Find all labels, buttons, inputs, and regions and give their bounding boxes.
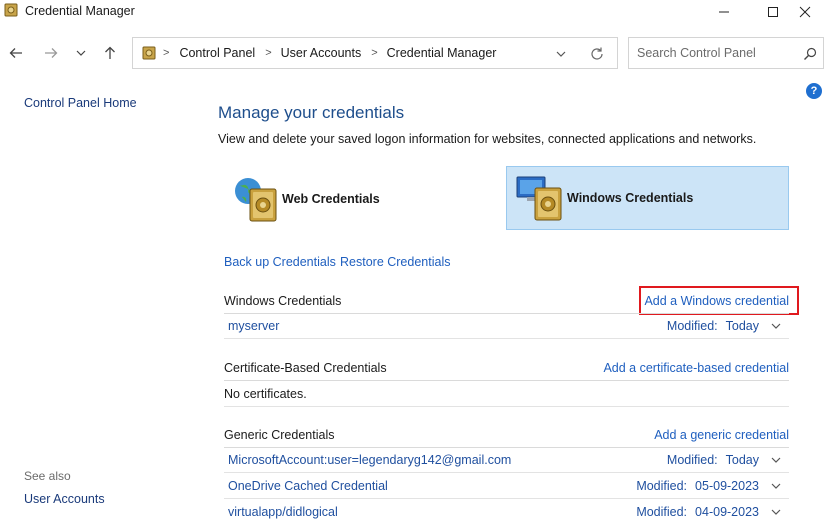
credential-modified: Modified: Today bbox=[667, 319, 759, 333]
control-panel-home-link[interactable]: Control Panel Home bbox=[24, 96, 137, 110]
web-credentials-label: Web Credentials bbox=[282, 192, 380, 206]
web-credentials-icon bbox=[228, 173, 280, 225]
windows-credentials-label: Windows Credentials bbox=[567, 191, 694, 205]
add-certificate-credential-link[interactable]: Add a certificate-based credential bbox=[603, 361, 789, 375]
modified-label: Modified: bbox=[636, 505, 688, 519]
window-title: Credential Manager bbox=[25, 4, 135, 18]
maximize-icon bbox=[768, 7, 778, 17]
user-accounts-link[interactable]: User Accounts bbox=[24, 492, 105, 506]
minimize-icon bbox=[719, 11, 729, 13]
search-placeholder: Search Control Panel bbox=[637, 46, 756, 60]
credential-name: MicrosoftAccount:user=legendaryg142@gmai… bbox=[228, 453, 512, 467]
credential-modified: Modified: 04-09-2023 bbox=[636, 505, 759, 519]
control-panel-icon bbox=[142, 46, 156, 60]
windows-credentials-section-title: Windows Credentials bbox=[224, 294, 342, 308]
help-icon[interactable]: ? bbox=[806, 83, 822, 99]
recent-locations-button[interactable] bbox=[71, 43, 91, 63]
breadcrumb-credential-manager[interactable]: Credential Manager bbox=[387, 46, 497, 60]
modified-value: 04-09-2023 bbox=[695, 505, 759, 519]
close-button[interactable] bbox=[782, 0, 828, 24]
expand-chevron-icon[interactable] bbox=[769, 453, 783, 467]
modified-label: Modified: bbox=[636, 479, 688, 493]
windows-credentials-icon bbox=[513, 172, 565, 224]
generic-credentials-section-title: Generic Credentials bbox=[224, 428, 335, 442]
backup-credentials-link[interactable]: Back up Credentials bbox=[224, 255, 336, 269]
credential-modified: Modified: 05-09-2023 bbox=[636, 479, 759, 493]
page-description: View and delete your saved logon informa… bbox=[218, 132, 757, 146]
back-button[interactable] bbox=[6, 43, 26, 63]
title-bar: Credential Manager bbox=[0, 0, 828, 24]
certificate-credentials-section-title: Certificate-Based Credentials bbox=[224, 361, 387, 375]
credential-name: myserver bbox=[228, 319, 280, 333]
refresh-icon bbox=[591, 47, 603, 60]
expand-chevron-icon[interactable] bbox=[769, 479, 783, 493]
breadcrumb: > Control Panel > User Accounts > Creden… bbox=[163, 46, 496, 60]
chevron-down-icon bbox=[76, 50, 86, 56]
see-also-label: See also bbox=[24, 469, 71, 483]
credential-manager-app-icon bbox=[4, 3, 18, 17]
close-icon bbox=[799, 6, 811, 18]
arrow-right-icon bbox=[45, 48, 58, 58]
no-certificates-text: No certificates. bbox=[224, 387, 307, 401]
credential-modified: Modified: Today bbox=[667, 453, 759, 467]
web-credentials-tile[interactable]: Web Credentials bbox=[222, 167, 492, 231]
chevron-right-icon: > bbox=[163, 47, 170, 59]
section-divider bbox=[224, 380, 789, 381]
address-bar[interactable]: > Control Panel > User Accounts > Creden… bbox=[132, 37, 618, 69]
credential-name: OneDrive Cached Credential bbox=[228, 479, 388, 493]
row-divider bbox=[224, 338, 789, 339]
expand-chevron-icon[interactable] bbox=[769, 319, 783, 333]
windows-credentials-tile[interactable]: Windows Credentials bbox=[506, 166, 789, 230]
row-divider bbox=[224, 406, 789, 407]
search-icon[interactable] bbox=[802, 46, 818, 62]
arrow-left-icon bbox=[9, 48, 22, 58]
chevron-right-icon[interactable]: > bbox=[371, 47, 377, 59]
chevron-right-icon[interactable]: > bbox=[265, 47, 271, 59]
expand-chevron-icon[interactable] bbox=[769, 505, 783, 519]
modified-value: Today bbox=[725, 319, 759, 333]
credential-name: virtualapp/didlogical bbox=[228, 505, 338, 519]
modified-value: Today bbox=[725, 453, 759, 467]
up-button[interactable] bbox=[100, 43, 120, 63]
highlight-annotation bbox=[639, 286, 799, 315]
add-generic-credential-link[interactable]: Add a generic credential bbox=[654, 428, 789, 442]
credential-row-myserver[interactable]: myserver Modified: Today bbox=[224, 313, 789, 339]
arrow-up-icon bbox=[105, 46, 115, 59]
breadcrumb-control-panel[interactable]: Control Panel bbox=[179, 46, 255, 60]
page-title: Manage your credentials bbox=[218, 103, 405, 122]
credential-row-onedrive[interactable]: OneDrive Cached Credential Modified: 05-0… bbox=[224, 473, 789, 499]
restore-credentials-link[interactable]: Restore Credentials bbox=[340, 255, 450, 269]
search-input[interactable]: Search Control Panel bbox=[628, 37, 824, 69]
credential-row-microsoft-account[interactable]: MicrosoftAccount:user=legendaryg142@gmai… bbox=[224, 447, 789, 473]
forward-button[interactable] bbox=[41, 43, 61, 63]
chevron-down-icon bbox=[556, 51, 566, 57]
credential-row-virtualapp[interactable]: virtualapp/didlogical Modified: 04-09-202… bbox=[224, 499, 789, 520]
modified-label: Modified: bbox=[666, 453, 718, 467]
refresh-button[interactable] bbox=[588, 45, 606, 63]
minimize-button[interactable] bbox=[701, 0, 747, 24]
address-dropdown-button[interactable] bbox=[553, 46, 569, 62]
modified-label: Modified: bbox=[666, 319, 718, 333]
breadcrumb-user-accounts[interactable]: User Accounts bbox=[281, 46, 362, 60]
modified-value: 05-09-2023 bbox=[695, 479, 759, 493]
